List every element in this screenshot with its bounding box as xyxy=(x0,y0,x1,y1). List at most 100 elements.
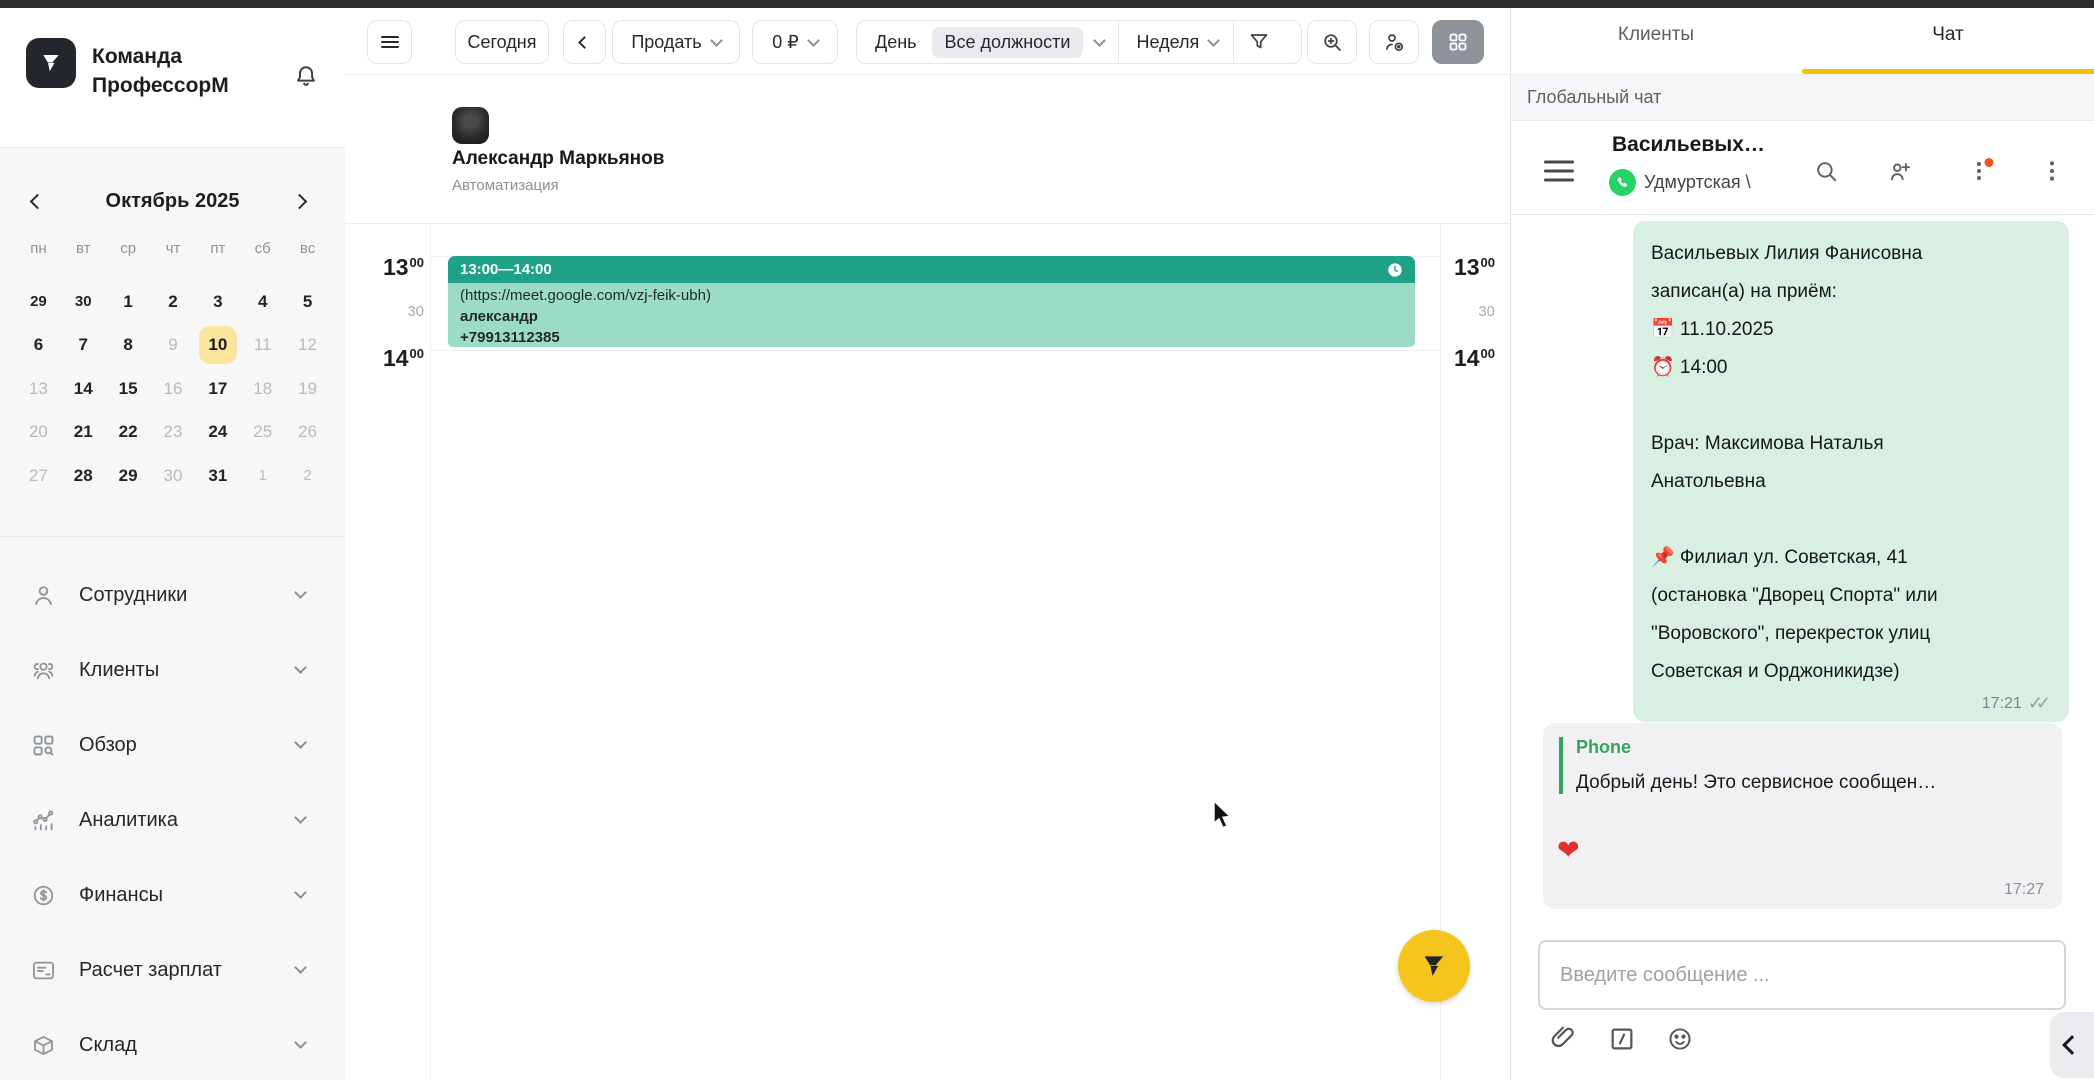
chevron-down-icon[interactable] xyxy=(1207,33,1221,47)
mouse-cursor xyxy=(1213,800,1232,829)
calendar-next-month-button[interactable] xyxy=(291,193,316,216)
sell-button[interactable]: Продать xyxy=(612,20,740,64)
calendar-day[interactable]: 1 xyxy=(240,454,285,498)
calendar-day[interactable]: 18 xyxy=(240,367,285,411)
calendar-day[interactable]: 14 xyxy=(61,367,106,411)
sidebar-item-analytics[interactable]: Аналитика xyxy=(0,783,345,858)
notifications-menu-icon[interactable] xyxy=(1969,158,1995,184)
calendar-day[interactable]: 25 xyxy=(240,411,285,455)
sidebar-item-warehouse[interactable]: Склад xyxy=(0,1008,345,1080)
calendar-day[interactable]: 12 xyxy=(285,324,330,368)
emoji-icon[interactable] xyxy=(1666,1025,1694,1053)
calendar-day[interactable]: 30 xyxy=(151,454,196,498)
calendar-day[interactable]: 11 xyxy=(240,324,285,368)
calendar-day[interactable]: 10 xyxy=(195,324,240,368)
calendar-day[interactable]: 20 xyxy=(16,411,61,455)
chat-search-icon[interactable] xyxy=(1813,158,1839,184)
calendar-day[interactable]: 27 xyxy=(16,454,61,498)
sidebar-item-finance[interactable]: Финансы xyxy=(0,858,345,933)
heart-reaction-icon[interactable]: ❤ xyxy=(1557,835,1580,866)
calendar-day[interactable]: 3 xyxy=(195,280,240,324)
weekday-label: чт xyxy=(165,240,181,257)
chevron-down-icon xyxy=(294,886,307,899)
calendar-day[interactable]: 15 xyxy=(106,367,151,411)
staff-name[interactable]: Александр Маркьянов xyxy=(452,148,664,170)
calendar-day[interactable]: 8 xyxy=(106,324,151,368)
grid-view-button[interactable] xyxy=(1432,20,1484,64)
collapse-panel-button[interactable] xyxy=(2050,1012,2094,1078)
magnifier-plus-icon xyxy=(1324,34,1341,51)
positions-filter[interactable]: Все должности xyxy=(931,26,1084,58)
chevron-down-icon xyxy=(294,961,307,974)
calendar-day[interactable]: 23 xyxy=(151,411,196,455)
mini-calendar-grid: 29 30 1 2 3 4 5 6 7 8 9 10 11 12 13 14 15 16 17 18 19 20 21 22 2… xyxy=(16,280,330,498)
chat-header: Васильевых… Удмуртская \ xyxy=(1511,121,2094,215)
calendar-day[interactable]: 5 xyxy=(285,280,330,324)
view-day-option[interactable]: День xyxy=(875,32,917,53)
amount-dropdown[interactable]: 0 ₽ xyxy=(752,20,838,64)
more-options-icon[interactable] xyxy=(2039,158,2065,184)
attachment-paperclip-icon[interactable] xyxy=(1548,1022,1578,1054)
calendar-day[interactable]: 22 xyxy=(106,411,151,455)
prev-day-button[interactable] xyxy=(563,20,606,64)
whatsapp-icon xyxy=(1609,169,1636,196)
calendar-day[interactable]: 4 xyxy=(240,280,285,324)
sidebar-item-employees[interactable]: Сотрудники xyxy=(0,558,345,633)
yclients-fab-button[interactable] xyxy=(1398,930,1470,1002)
calendar-day[interactable]: 16 xyxy=(151,367,196,411)
message-input[interactable] xyxy=(1538,940,2066,1010)
calendar-day[interactable]: 28 xyxy=(61,454,106,498)
today-button[interactable]: Сегодня xyxy=(455,20,549,64)
calendar-day[interactable]: 29 xyxy=(106,454,151,498)
chat-menu-icon[interactable] xyxy=(1541,153,1577,182)
yclients-logo[interactable] xyxy=(26,38,76,88)
add-participant-icon[interactable] xyxy=(1887,158,1913,184)
calendar-day[interactable]: 31 xyxy=(195,454,240,498)
chat-message-service[interactable]: Phone Добрый день! Это сервисное сообщен… xyxy=(1543,723,2062,909)
appointment-header: 13:00—14:00 xyxy=(448,256,1415,283)
company-name: Команда ПрофессорМ xyxy=(92,45,229,97)
chevron-down-icon xyxy=(294,1036,307,1049)
sidebar-item-label: Клиенты xyxy=(79,659,160,681)
sidebar-item-label: Аналитика xyxy=(79,809,178,831)
calendar-day[interactable]: 26 xyxy=(285,411,330,455)
sidebar-item-overview[interactable]: Обзор xyxy=(0,708,345,783)
templates-icon[interactable] xyxy=(1608,1025,1636,1053)
chevron-down-icon[interactable] xyxy=(1093,33,1107,47)
calendar-month-title: Октябрь 2025 xyxy=(105,190,240,212)
view-week-option[interactable]: Неделя xyxy=(1136,32,1199,53)
tab-chat[interactable]: Чат xyxy=(1802,24,2094,46)
chat-message-appointment[interactable]: Васильевых Лилия Фанисовна записан(а) на… xyxy=(1633,221,2069,722)
calendar-day[interactable]: 29 xyxy=(16,280,61,324)
chat-contact-name[interactable]: Васильевых… xyxy=(1612,133,1765,157)
global-chat-bar[interactable]: Глобальный чат xyxy=(1511,75,2094,121)
calendar-prev-month-button[interactable] xyxy=(29,193,54,216)
calendar-day[interactable]: 6 xyxy=(16,324,61,368)
menu-button[interactable] xyxy=(367,20,412,64)
weekday-label: ср xyxy=(120,240,137,257)
calendar-day[interactable]: 2 xyxy=(151,280,196,324)
calendar-day[interactable]: 9 xyxy=(151,324,196,368)
sidebar-item-clients[interactable]: Клиенты xyxy=(0,633,345,708)
time-label: 1300 xyxy=(1453,254,1495,280)
tab-clients[interactable]: Клиенты xyxy=(1510,24,1802,46)
staff-filter-button[interactable] xyxy=(1369,20,1419,64)
quoted-message[interactable]: Phone Добрый день! Это сервисное сообщен… xyxy=(1559,737,2046,794)
calendar-day[interactable]: 24 xyxy=(195,411,240,455)
calendar-day[interactable]: 1 xyxy=(106,280,151,324)
notifications-bell-icon[interactable] xyxy=(292,62,320,90)
calendar-day[interactable]: 7 xyxy=(61,324,106,368)
calendar-day[interactable]: 17 xyxy=(195,367,240,411)
appointment-event[interactable]: 13:00—14:00 (https://meet.google.com/vzj… xyxy=(448,256,1415,347)
zoom-button[interactable] xyxy=(1307,20,1357,64)
filter-funnel-icon[interactable] xyxy=(1247,30,1271,54)
calendar-day[interactable]: 21 xyxy=(61,411,106,455)
calendar-day[interactable]: 13 xyxy=(16,367,61,411)
calendar-day[interactable]: 2 xyxy=(285,454,330,498)
calendar-day[interactable]: 19 xyxy=(285,367,330,411)
calendar-day[interactable]: 30 xyxy=(61,280,106,324)
staff-avatar[interactable] xyxy=(452,107,489,144)
sidebar-nav: Сотрудники Клиенты Обзор Аналитика Финансы Ра… xyxy=(0,558,345,1080)
sidebar-item-payroll[interactable]: Расчет зарплат xyxy=(0,933,345,1008)
message-time: 17:27 xyxy=(2003,881,2044,898)
